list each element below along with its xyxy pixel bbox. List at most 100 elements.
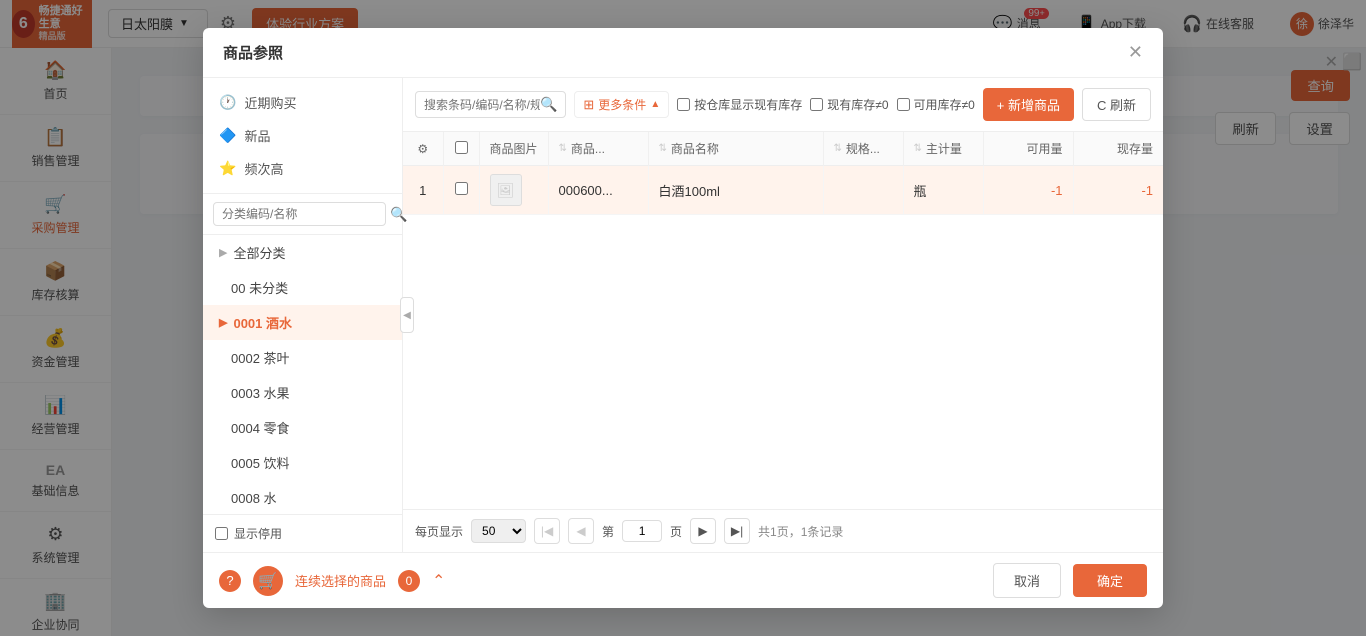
- selected-count-badge: 0: [398, 570, 420, 592]
- filter-arrow: ▲: [650, 99, 660, 110]
- search-wrap: 🔍: [415, 91, 566, 118]
- cat-00[interactable]: 00 未分类: [203, 270, 402, 305]
- td-available: -1: [983, 166, 1073, 215]
- tab-recent-label: 近期购买: [244, 93, 296, 112]
- pagination: 每页显示 50 10 20 100 |◀ ◀ 第 页 ▶ ▶| 共1页，1条记录: [403, 509, 1163, 552]
- cancel-btn[interactable]: 取消: [993, 563, 1061, 598]
- new-icon: 🔷: [219, 127, 236, 144]
- sort-icon-unit: ⇅: [914, 143, 922, 154]
- td-code: 000600...: [548, 166, 648, 215]
- image-placeholder-icon: 🖼: [497, 182, 515, 199]
- dialog-right-panel: 🔍 ⊞ 更多条件 ▲ 按仓库显示现有库存 现有库存≠0: [403, 78, 1163, 552]
- tab-new-label: 新品: [244, 126, 270, 145]
- category-search-icon[interactable]: 🔍: [390, 206, 407, 223]
- next-page-btn[interactable]: ▶: [690, 518, 716, 544]
- last-page-btn[interactable]: ▶|: [724, 518, 750, 544]
- search-icon[interactable]: 🔍: [540, 96, 557, 113]
- clock-icon: 🕐: [219, 94, 236, 111]
- category-search-input[interactable]: [213, 202, 386, 226]
- tab-frequent-label: 频次高: [244, 159, 283, 178]
- star-icon: ⭐: [219, 160, 236, 177]
- filter-label: 更多条件: [598, 96, 646, 113]
- show-disabled-section: 显示停用: [203, 514, 402, 552]
- cat-0002[interactable]: 0002 茶叶: [203, 340, 402, 375]
- cat-all[interactable]: ▶ 全部分类: [203, 235, 402, 270]
- avail-nonzero-checkbox[interactable]: [897, 98, 910, 111]
- sort-icon-spec: ⇅: [834, 143, 842, 154]
- total-info: 共1页，1条记录: [758, 523, 843, 540]
- show-disabled-checkbox[interactable]: [215, 527, 228, 540]
- stock-nonzero-checkbox[interactable]: [810, 98, 823, 111]
- sort-icon-name: ⇅: [659, 143, 667, 154]
- settings-icon: ⚙: [417, 142, 428, 156]
- toolbar-right-btns: + 新增商品 C 刷新: [983, 88, 1151, 121]
- search-toolbar: 🔍 ⊞ 更多条件 ▲ 按仓库显示现有库存 现有库存≠0: [403, 78, 1163, 132]
- cart-label: 连续选择的商品: [295, 571, 386, 590]
- prev-page-btn[interactable]: ◀: [568, 518, 594, 544]
- cat-0001[interactable]: ▶ 0001 酒水: [203, 305, 402, 340]
- th-spec[interactable]: ⇅ 规格...: [823, 132, 903, 166]
- table-row[interactable]: 1 🖼: [403, 166, 1163, 215]
- th-settings[interactable]: ⚙: [403, 132, 443, 166]
- th-unit[interactable]: ⇅ 主计量: [903, 132, 983, 166]
- cat-arrow-all: ▶: [219, 246, 227, 259]
- page-input[interactable]: [622, 520, 662, 542]
- td-name: 白酒100ml: [648, 166, 823, 215]
- filter-icon: ⊞: [583, 97, 594, 113]
- by-warehouse-checkbox[interactable]: [677, 98, 690, 111]
- td-spec: [823, 166, 903, 215]
- product-table: ⚙ 商品图片 ⇅: [403, 132, 1163, 215]
- cat-0005[interactable]: 0005 饮料: [203, 445, 402, 480]
- collapse-panel-btn[interactable]: ◀: [400, 297, 414, 333]
- td-check[interactable]: [443, 166, 479, 215]
- footer-collapse-icon[interactable]: ⌃: [432, 571, 445, 591]
- select-all-checkbox[interactable]: [455, 141, 468, 154]
- product-search-input[interactable]: [424, 98, 540, 112]
- avail-nonzero-label: 可用库存≠0: [914, 96, 975, 113]
- filter-more-btn[interactable]: ⊞ 更多条件 ▲: [574, 91, 669, 118]
- stock-nonzero-label: 现有库存≠0: [827, 96, 888, 113]
- cat-0003[interactable]: 0003 水果: [203, 375, 402, 410]
- category-list: ▶ 全部分类 00 未分类 ▶ 0001 酒水 0002 茶叶 0003 水果: [203, 235, 402, 514]
- stock-nonzero-filter[interactable]: 现有库存≠0: [810, 96, 888, 113]
- by-warehouse-label: 按仓库显示现有库存: [694, 96, 802, 113]
- th-image: 商品图片: [479, 132, 548, 166]
- confirm-btn[interactable]: 确定: [1073, 564, 1147, 597]
- row-checkbox[interactable]: [455, 182, 468, 195]
- dialog-left-panel: 🕐 近期购买 🔷 新品 ⭐ 频次高 ◀: [203, 78, 403, 552]
- dialog-close-btn[interactable]: ✕: [1128, 42, 1143, 63]
- cat-0008[interactable]: 0008 水: [203, 480, 402, 514]
- help-btn[interactable]: ?: [219, 570, 241, 592]
- per-page-label: 每页显示: [415, 523, 463, 540]
- first-page-btn[interactable]: |◀: [534, 518, 560, 544]
- cart-btn[interactable]: 🛒: [253, 566, 283, 596]
- cat-0004[interactable]: 0004 零食: [203, 410, 402, 445]
- td-unit: 瓶: [903, 166, 983, 215]
- th-code[interactable]: ⇅ 商品...: [548, 132, 648, 166]
- td-image: 🖼: [479, 166, 548, 215]
- refresh-btn[interactable]: C 刷新: [1082, 88, 1151, 121]
- td-index: 1: [403, 166, 443, 215]
- sort-icon: ⇅: [559, 143, 567, 154]
- dialog-footer: ? 🛒 连续选择的商品 0 ⌃ 取消 确定: [203, 552, 1163, 608]
- category-search: 🔍: [203, 194, 402, 235]
- th-name[interactable]: ⇅ 商品名称: [648, 132, 823, 166]
- td-stock: -1: [1073, 166, 1163, 215]
- add-product-btn[interactable]: + 新增商品: [983, 88, 1074, 121]
- tab-recent-buy[interactable]: 🕐 近期购买: [203, 86, 402, 119]
- product-thumbnail: 🖼: [490, 174, 522, 206]
- per-page-select[interactable]: 50 10 20 100: [471, 519, 526, 543]
- th-check: [443, 132, 479, 166]
- dialog-body: 🕐 近期购买 🔷 新品 ⭐ 频次高 ◀: [203, 78, 1163, 552]
- page-label: 第: [602, 523, 614, 540]
- page-unit: 页: [670, 523, 682, 540]
- modal-overlay: 商品参照 ✕ 🕐 近期购买 🔷 新品 ⭐: [0, 0, 1366, 636]
- avail-nonzero-filter[interactable]: 可用库存≠0: [897, 96, 975, 113]
- show-disabled-label[interactable]: 显示停用: [234, 525, 282, 542]
- by-warehouse-filter[interactable]: 按仓库显示现有库存: [677, 96, 802, 113]
- tab-new-products[interactable]: 🔷 新品: [203, 119, 402, 152]
- tab-frequent[interactable]: ⭐ 频次高: [203, 152, 402, 185]
- cat-arrow-0001: ▶: [219, 316, 227, 329]
- product-table-wrap: ⚙ 商品图片 ⇅: [403, 132, 1163, 509]
- quick-tabs: 🕐 近期购买 🔷 新品 ⭐ 频次高: [203, 78, 402, 194]
